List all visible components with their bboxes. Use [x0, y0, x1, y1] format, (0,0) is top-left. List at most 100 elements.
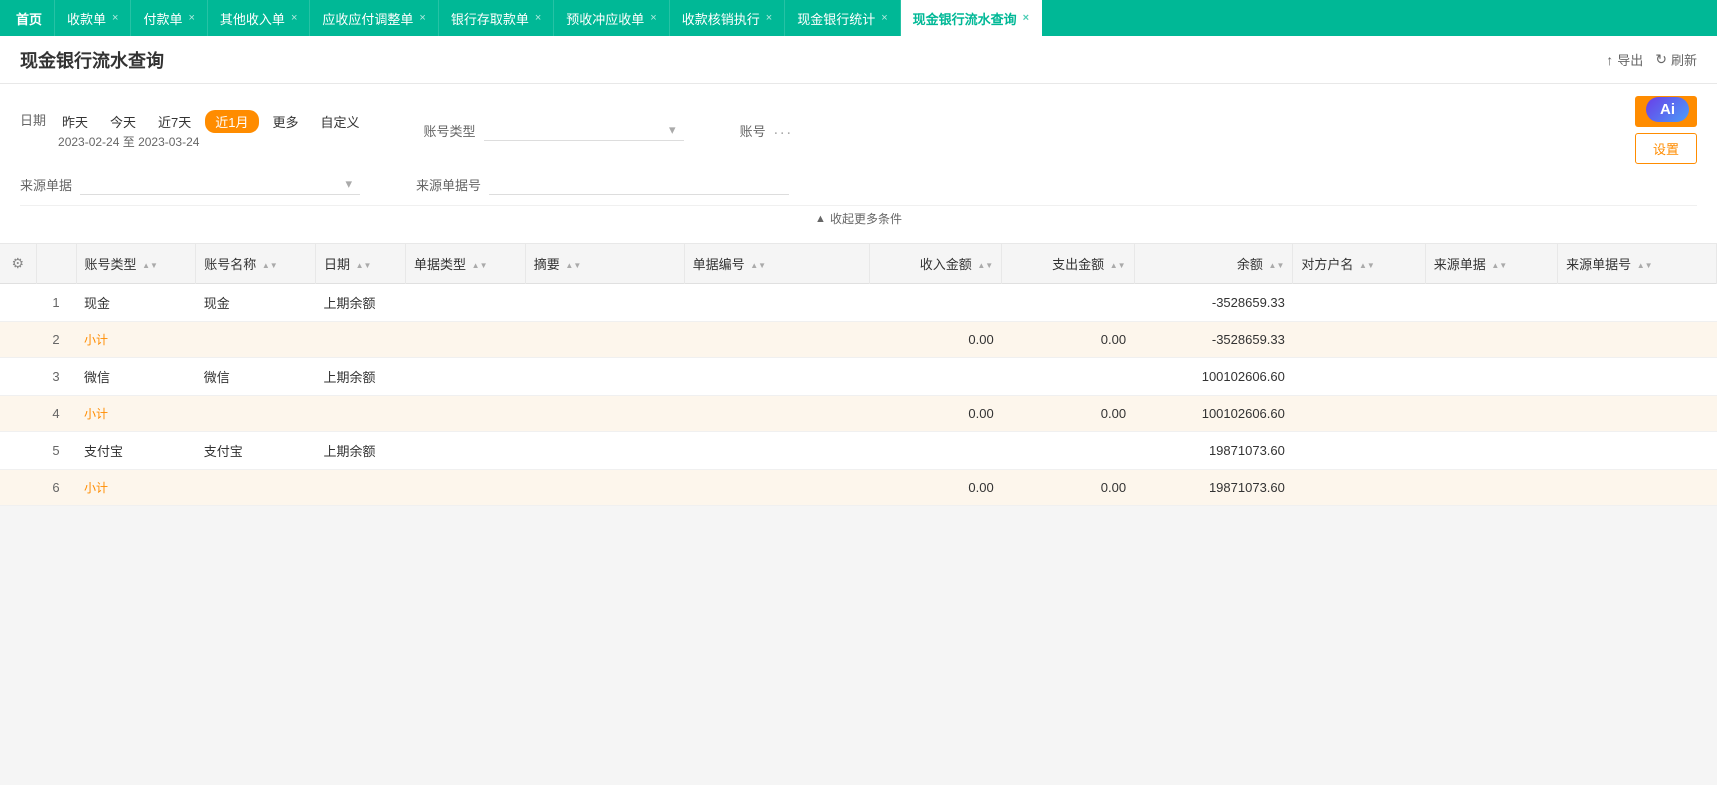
- settings-button[interactable]: 设置: [1635, 133, 1697, 164]
- col-account-type[interactable]: 账号类型 ▲▼: [76, 244, 196, 284]
- col-balance[interactable]: 余额 ▲▼: [1134, 244, 1293, 284]
- date-opt-custom[interactable]: 自定义: [313, 110, 368, 133]
- close-bank-deposit-icon[interactable]: ×: [535, 12, 541, 24]
- source-doc-no-group: 来源单据号: [416, 175, 789, 195]
- col-counterpart-label: 对方户名: [1301, 257, 1353, 272]
- nav-tab-ar-ap-adjust[interactable]: 应收应付调整单 ×: [310, 0, 438, 36]
- table-row: 1现金现金上期余额-3528659.33: [0, 284, 1717, 322]
- table-cell: 19871073.60: [1134, 470, 1293, 506]
- table-cell: [196, 470, 316, 506]
- source-doc-select[interactable]: ▾: [80, 174, 360, 195]
- table-cell: [406, 396, 526, 432]
- account-group: 账号 ...: [740, 121, 793, 140]
- close-receipt-icon[interactable]: ×: [112, 12, 118, 24]
- table-cell: 微信: [196, 358, 316, 396]
- sort-account-type-icon: ▲▼: [142, 261, 158, 270]
- header-actions: ↑ 导出 ↻ 刷新: [1606, 50, 1697, 69]
- account-type-select[interactable]: ▾: [484, 120, 684, 141]
- collapse-bar[interactable]: ▲ 收起更多条件: [20, 205, 1697, 231]
- col-income[interactable]: 收入金额 ▲▼: [869, 244, 1001, 284]
- refresh-button[interactable]: ↻ 刷新: [1655, 50, 1697, 69]
- table-cell: [1425, 358, 1557, 396]
- filter-row-2: 来源单据 ▾ 来源单据号: [20, 174, 1697, 195]
- export-label: 导出: [1617, 50, 1643, 69]
- close-other-income-icon[interactable]: ×: [291, 12, 297, 24]
- col-income-label: 收入金额: [920, 257, 972, 272]
- table-settings-icon[interactable]: ⚙: [11, 255, 24, 271]
- source-doc-no-input[interactable]: [489, 175, 789, 195]
- sort-income-icon: ▲▼: [977, 261, 993, 270]
- close-cash-bank-flow-icon[interactable]: ×: [1023, 12, 1029, 24]
- close-cash-bank-stats-icon[interactable]: ×: [881, 12, 887, 24]
- table-cell: [316, 396, 406, 432]
- filter-row-1: 日期 昨天 今天 近7天 近1月 更多 自定义 2023-02-24 至 202…: [20, 96, 1697, 164]
- nav-tab-bank-deposit-label: 银行存取款单: [451, 9, 529, 28]
- nav-tab-other-income[interactable]: 其他收入单 ×: [208, 0, 310, 36]
- table-row: 5支付宝支付宝上期余额19871073.60: [0, 432, 1717, 470]
- table-cell: [1558, 322, 1717, 358]
- nav-tab-home-label: 首页: [16, 9, 42, 28]
- col-doc-no[interactable]: 单据编号 ▲▼: [684, 244, 869, 284]
- col-source-doc[interactable]: 来源单据 ▲▼: [1425, 244, 1557, 284]
- table-cell: [196, 322, 316, 358]
- date-opt-1month[interactable]: 近1月: [205, 110, 258, 133]
- col-doc-no-label: 单据编号: [693, 257, 745, 272]
- table-cell: 0.00: [869, 396, 1001, 432]
- table-cell: [1558, 432, 1717, 470]
- date-options-wrapper: 昨天 今天 近7天 近1月 更多 自定义 2023-02-24 至 2023-0…: [54, 110, 368, 150]
- table-cell: [525, 396, 684, 432]
- table-cell: [869, 284, 1001, 322]
- table-cell: [0, 358, 36, 396]
- account-dots[interactable]: ...: [774, 121, 793, 139]
- col-doc-type[interactable]: 单据类型 ▲▼: [406, 244, 526, 284]
- table-row: 2小计0.000.00-3528659.33: [0, 322, 1717, 358]
- table-cell: [1558, 358, 1717, 396]
- table-cell: 0.00: [869, 470, 1001, 506]
- nav-tab-receipt-verify[interactable]: 收款核销执行 ×: [670, 0, 785, 36]
- col-date[interactable]: 日期 ▲▼: [316, 244, 406, 284]
- col-source-doc-no-label: 来源单据号: [1566, 257, 1631, 272]
- table-cell: [684, 432, 869, 470]
- table-cell: 支付宝: [196, 432, 316, 470]
- date-opt-more[interactable]: 更多: [265, 110, 307, 133]
- table-cell: -3528659.33: [1134, 284, 1293, 322]
- source-doc-label: 来源单据: [20, 175, 72, 194]
- col-account-name[interactable]: 账号名称 ▲▼: [196, 244, 316, 284]
- nav-tab-advance-receipt-label: 预收冲应收单: [566, 9, 644, 28]
- date-opt-yesterday[interactable]: 昨天: [54, 110, 96, 133]
- close-advance-receipt-icon[interactable]: ×: [650, 12, 656, 24]
- close-ar-ap-adjust-icon[interactable]: ×: [419, 12, 425, 24]
- table-cell: [869, 358, 1001, 396]
- sort-balance-icon: ▲▼: [1269, 261, 1285, 270]
- nav-tab-receipt[interactable]: 收款单 ×: [55, 0, 131, 36]
- nav-tab-home[interactable]: 首页: [4, 0, 55, 36]
- table-cell: [406, 432, 526, 470]
- close-payment-icon[interactable]: ×: [188, 12, 194, 24]
- nav-tab-cash-bank-flow[interactable]: 现金银行流水查询 ×: [901, 0, 1042, 36]
- col-source-doc-no[interactable]: 来源单据号 ▲▼: [1558, 244, 1717, 284]
- source-doc-group: 来源单据 ▾: [20, 174, 360, 195]
- ai-badge[interactable]: Ai: [1646, 97, 1689, 122]
- col-expense[interactable]: 支出金额 ▲▼: [1002, 244, 1134, 284]
- nav-tab-cash-bank-stats[interactable]: 现金银行统计 ×: [785, 0, 900, 36]
- close-receipt-verify-icon[interactable]: ×: [766, 12, 772, 24]
- table-cell: 0.00: [869, 322, 1001, 358]
- table-cell: 上期余额: [316, 284, 406, 322]
- nav-tab-bank-deposit[interactable]: 银行存取款单 ×: [439, 0, 554, 36]
- table-cell: 2: [36, 322, 76, 358]
- account-label: 账号: [740, 121, 766, 140]
- collapse-label: 收起更多条件: [830, 210, 902, 227]
- date-opt-today[interactable]: 今天: [102, 110, 144, 133]
- nav-tab-payment[interactable]: 付款单 ×: [131, 0, 207, 36]
- col-summary[interactable]: 摘要 ▲▼: [525, 244, 684, 284]
- table-cell: 0.00: [1002, 470, 1134, 506]
- table-cell: 1: [36, 284, 76, 322]
- export-button[interactable]: ↑ 导出: [1606, 50, 1643, 69]
- nav-tab-advance-receipt[interactable]: 预收冲应收单 ×: [554, 0, 669, 36]
- table-cell: [406, 284, 526, 322]
- table-body: 1现金现金上期余额-3528659.332小计0.000.00-3528659.…: [0, 284, 1717, 506]
- sort-source-doc-no-icon: ▲▼: [1637, 261, 1653, 270]
- table-cell: [525, 470, 684, 506]
- date-opt-7days[interactable]: 近7天: [150, 110, 199, 133]
- col-counterpart[interactable]: 对方户名 ▲▼: [1293, 244, 1425, 284]
